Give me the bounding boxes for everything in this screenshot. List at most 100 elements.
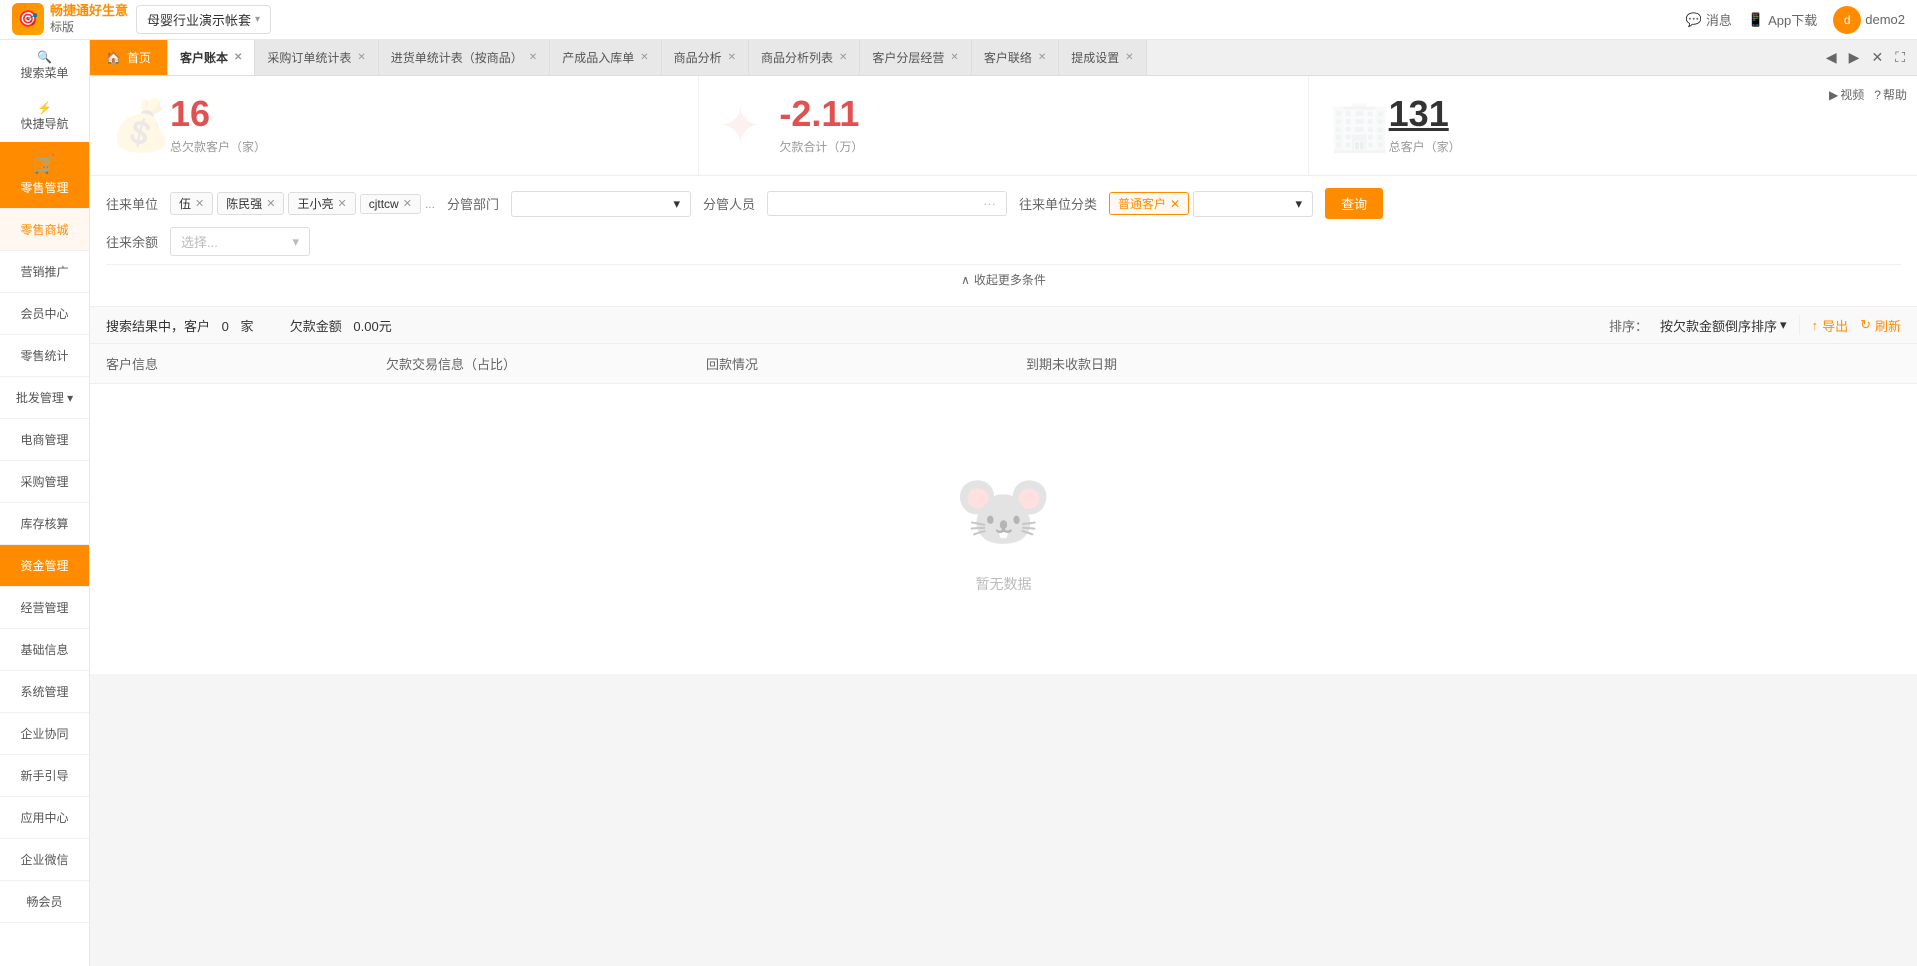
search-menu-item[interactable]: 🔍 搜索菜单 (0, 40, 89, 91)
remove-category-tag-button[interactable]: ✕ (1170, 197, 1180, 211)
remove-cjttcw-tag-button[interactable]: ✕ (403, 197, 412, 210)
tab-customer-contact[interactable]: 客户联络 ✕ (972, 40, 1059, 75)
refresh-button[interactable]: ↻ 刷新 (1860, 316, 1901, 335)
sidebar-item-retail-stats[interactable]: 零售统计 (0, 335, 89, 377)
sidebar-item-ops-mgmt[interactable]: 经营管理 (0, 587, 89, 629)
stats-row: 💰 16 总欠款客户（家） ✦ -2.11 欠款合计（万） 🏢 131 总客户（… (90, 76, 1917, 176)
sidebar-item-enterprise-collab[interactable]: 企业协同 (0, 713, 89, 755)
search-results-prefix: 搜索结果中，客户 (106, 319, 210, 334)
sidebar-item-member-center[interactable]: 会员中心 (0, 293, 89, 335)
sidebar-item-capital-mgmt[interactable]: 资金管理 (0, 545, 89, 587)
unit-tag-more-button[interactable]: ... (425, 197, 435, 211)
sidebar-item-basic-info[interactable]: 基础信息 (0, 629, 89, 671)
sidebar-item-enterprise-wechat[interactable]: 企业微信 (0, 839, 89, 881)
refresh-icon: ↻ (1860, 317, 1871, 333)
lightning-icon: ⚡ (37, 101, 52, 115)
person-select[interactable]: ··· (767, 191, 1007, 216)
sidebar-item-vip-member[interactable]: 畅会员 (0, 881, 89, 923)
category-filter-area: 普通客户 ✕ ▾ (1109, 191, 1313, 217)
logo-icon: 🎯 (12, 3, 44, 35)
video-help-button[interactable]: ▶ 视频 (1829, 86, 1864, 103)
debt-prefix (265, 319, 278, 334)
more-options-icon: ··· (983, 196, 996, 211)
close-icon[interactable]: ✕ (529, 52, 537, 63)
unit-tag-chen: 陈民强 ✕ (217, 192, 284, 215)
filter-area: 往来单位 伍 ✕ 陈民强 ✕ 王小亮 ✕ (90, 176, 1917, 307)
unit-filter-label: 往来单位 (106, 194, 158, 213)
sidebar-item-purchase-mgmt[interactable]: 采购管理 (0, 461, 89, 503)
tab-customer-account[interactable]: 客户账本 ✕ (168, 40, 255, 75)
chevron-down-icon: ▾ (255, 14, 260, 25)
col-header-debt-info: 欠款交易信息（占比） (386, 354, 706, 373)
sidebar-item-wholesale-mgmt[interactable]: 批发管理 ▾ (0, 377, 89, 419)
close-icon[interactable]: ✕ (1125, 52, 1133, 63)
tab-scroll-right-button[interactable]: ▶ (1845, 47, 1864, 68)
filter-row-2: 往来余额 选择... ▾ (106, 227, 1901, 256)
unit-tag-wang: 王小亮 ✕ (288, 192, 355, 215)
export-button[interactable]: ↑ 导出 (1812, 316, 1849, 335)
tab-close-all-button[interactable]: ✕ (1867, 47, 1887, 68)
dept-filter-label: 分管部门 (447, 194, 499, 213)
message-icon: 💬 (1686, 12, 1702, 28)
close-icon[interactable]: ✕ (950, 52, 958, 63)
close-icon[interactable]: ✕ (357, 52, 365, 63)
quick-nav-item[interactable]: ⚡ 快捷导航 (0, 91, 89, 142)
divider (1799, 315, 1800, 335)
top-header: 🎯 畅捷通好生意 标版 母婴行业演示帐套 ▾ 💬 消息 📱 App下载 d de… (0, 0, 1917, 40)
tab-product-analysis-list[interactable]: 商品分析列表 ✕ (749, 40, 860, 75)
close-icon[interactable]: ✕ (234, 52, 242, 63)
category-select[interactable]: ▾ (1193, 191, 1313, 217)
amount-select[interactable]: 选择... ▾ (170, 227, 310, 256)
stat-total-customers: 🏢 131 总客户（家） ▶ 视频 ? 帮助 (1309, 76, 1917, 175)
close-icon[interactable]: ✕ (728, 52, 736, 63)
sidebar-item-ecom-mgmt[interactable]: 电商管理 (0, 419, 89, 461)
app-download-button[interactable]: 📱 App下载 (1748, 10, 1817, 29)
chevron-down-icon: ▾ (1296, 196, 1303, 212)
query-button[interactable]: 查询 (1325, 188, 1383, 219)
tab-customer-segment[interactable]: 客户分层经营 ✕ (860, 40, 971, 75)
header-right: 💬 消息 📱 App下载 d demo2 (1686, 6, 1905, 34)
empty-illustration: 🐭 (954, 464, 1054, 558)
sidebar-item-inventory[interactable]: 库存核算 (0, 503, 89, 545)
tab-home[interactable]: 🏠 首页 (90, 40, 168, 75)
sidebar-item-system-mgmt[interactable]: 系统管理 (0, 671, 89, 713)
customer-count: 0 (222, 319, 229, 334)
remove-wu-tag-button[interactable]: ✕ (195, 197, 204, 210)
close-icon[interactable]: ✕ (839, 52, 847, 63)
tab-raise-settings[interactable]: 提成设置 ✕ (1059, 40, 1146, 75)
tab-fullscreen-button[interactable]: ⛶ (1891, 47, 1909, 68)
stat-total-customers-number: 131 (1389, 96, 1449, 132)
table-header: 客户信息 欠款交易信息（占比） 回款情况 到期未收款日期 (90, 344, 1917, 384)
category-tag-normal: 普通客户 ✕ (1109, 192, 1189, 215)
sidebar-item-retail-mgmt[interactable]: 🛒 零售管理 (0, 142, 89, 209)
guide-help-button[interactable]: ? 帮助 (1874, 86, 1907, 103)
page-content: 💰 16 总欠款客户（家） ✦ -2.11 欠款合计（万） 🏢 131 总客户（… (90, 76, 1917, 966)
unit-tag-group: 伍 ✕ 陈民强 ✕ 王小亮 ✕ cjttcw ✕ (170, 192, 435, 215)
unit-tag-wu: 伍 ✕ (170, 192, 213, 215)
collapse-button[interactable]: ∧ 收起更多条件 (961, 271, 1046, 288)
tab-stock-in-stats[interactable]: 进货单统计表（按商品） ✕ (379, 40, 550, 75)
remove-chen-tag-button[interactable]: ✕ (266, 197, 275, 210)
collapse-up-icon: ∧ (961, 273, 970, 287)
sort-select[interactable]: 按欠款金额倒序排序 ▾ (1660, 316, 1787, 335)
sidebar-item-app-center[interactable]: 应用中心 (0, 797, 89, 839)
sidebar: 🔍 搜索菜单 ⚡ 快捷导航 🛒 零售管理 零售商城 营销推广 会员中心 零售统计… (0, 40, 90, 966)
tab-cost-stock-in[interactable]: 产成品入库单 ✕ (550, 40, 661, 75)
amount-filter-label: 往来余额 (106, 232, 158, 251)
dept-select[interactable]: ▾ (511, 191, 691, 217)
sidebar-item-retail-mall[interactable]: 零售商城 (0, 209, 89, 251)
user-menu[interactable]: d demo2 (1833, 6, 1905, 34)
sidebar-item-new-guide[interactable]: 新手引导 (0, 755, 89, 797)
sidebar-item-marketing[interactable]: 营销推广 (0, 251, 89, 293)
close-icon[interactable]: ✕ (1038, 52, 1046, 63)
tab-purchase-order-stats[interactable]: 采购订单统计表 ✕ (255, 40, 378, 75)
download-icon: 📱 (1748, 12, 1764, 28)
tab-scroll-left-button[interactable]: ◀ (1822, 47, 1841, 68)
remove-wang-tag-button[interactable]: ✕ (338, 197, 347, 210)
message-button[interactable]: 💬 消息 (1686, 10, 1732, 29)
results-info: 搜索结果中，客户 0 家 欠款金额 0.00元 (106, 316, 400, 335)
col-header-due-date: 到期未收款日期 (1026, 354, 1901, 373)
close-icon[interactable]: ✕ (640, 52, 648, 63)
store-selector[interactable]: 母婴行业演示帐套 ▾ (136, 5, 271, 34)
tab-product-analysis[interactable]: 商品分析 ✕ (662, 40, 749, 75)
